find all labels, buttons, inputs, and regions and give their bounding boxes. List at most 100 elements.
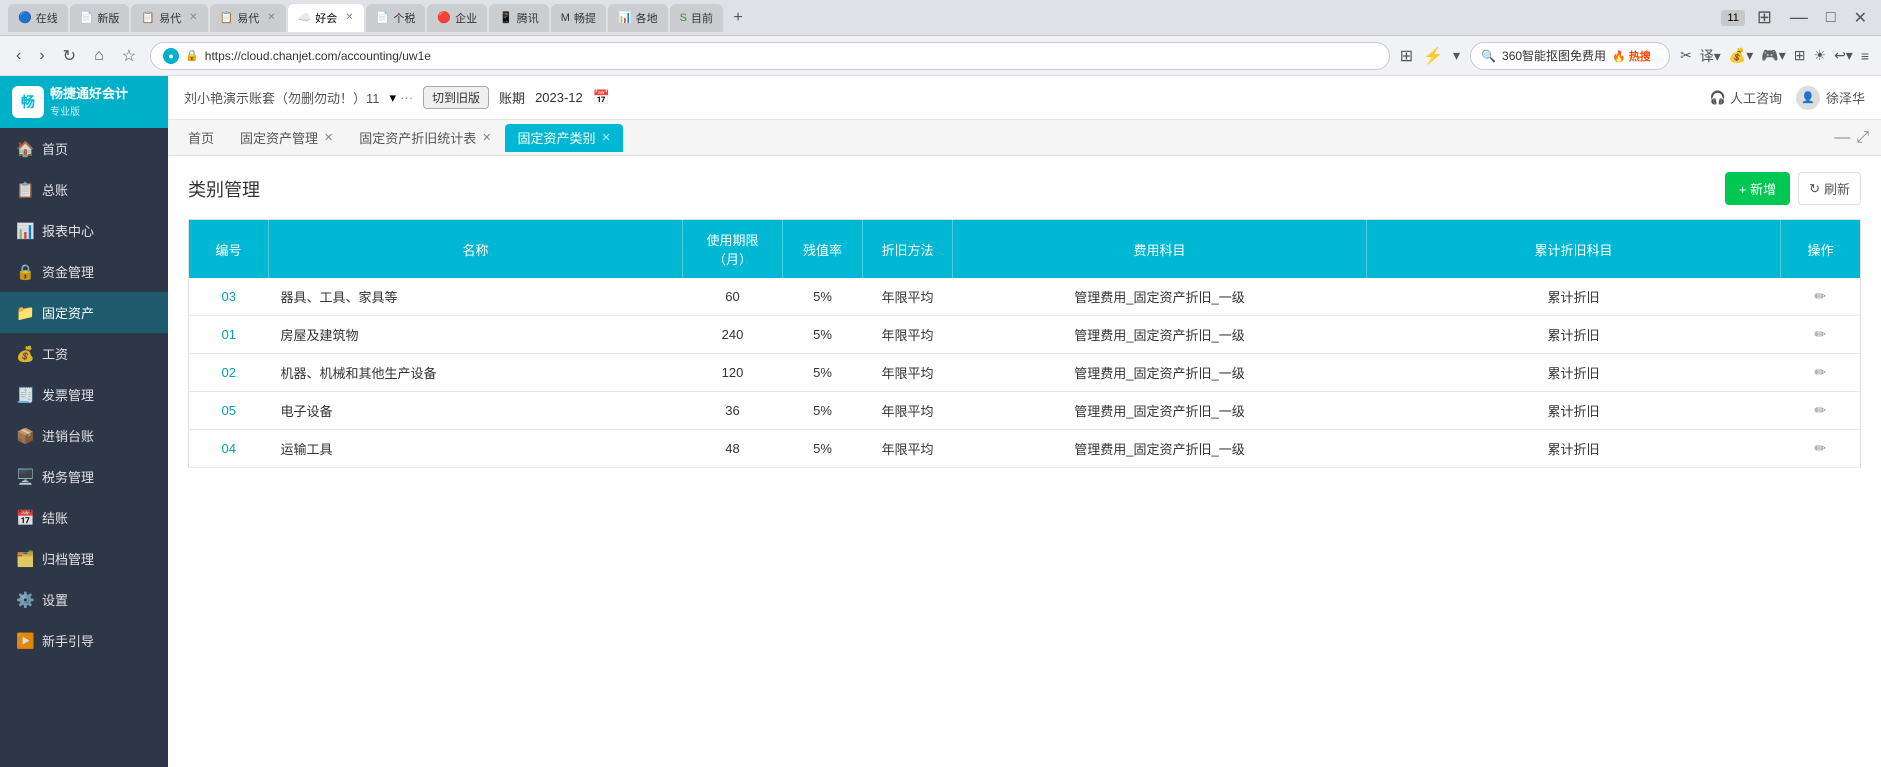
page-tab-depreciation-stat[interactable]: 固定资产折旧统计表 ✕ (347, 124, 503, 152)
sidebar-item-funds[interactable]: 🔒 资金管理 (0, 251, 168, 292)
calendar-icon[interactable]: 📅 (593, 89, 610, 106)
table-row: 05 电子设备 36 5% 年限平均 管理费用_固定资产折旧_一级 累计折旧 ✏ (189, 392, 1861, 430)
code-link-3[interactable]: 05 (222, 403, 236, 418)
sidebar-item-tax[interactable]: 🖥️ 税务管理 (0, 456, 168, 497)
tab-window-controls: — ⤢ (1834, 129, 1873, 147)
tab-list-btn[interactable]: ⊞ (1751, 5, 1778, 30)
edit-icon-4[interactable]: ✏ (1814, 440, 1826, 456)
app-container: 畅 畅捷通好会计 专业版 🏠 首页 📋 总账 📊 报表中心 🔒 资金管 (0, 76, 1881, 767)
tab-label-11: 目前 (691, 10, 713, 26)
browser-tab-1[interactable]: 🔵 在线 (8, 4, 68, 32)
edit-icon-0[interactable]: ✏ (1814, 288, 1826, 304)
sidebar-item-guide[interactable]: ▶️ 新手引导 (0, 620, 168, 661)
refresh-btn[interactable]: ↻ 刷新 (1798, 172, 1861, 205)
tab-close-3[interactable]: ✕ (189, 12, 197, 23)
close-depreciation-stat[interactable]: ✕ (482, 131, 491, 144)
browser-tab-11[interactable]: S 目前 (670, 4, 723, 32)
sidebar-item-checkout[interactable]: 📅 结账 (0, 497, 168, 538)
sidebar-item-archive[interactable]: 🗂️ 归档管理 (0, 538, 168, 579)
edit-icon-2[interactable]: ✏ (1814, 364, 1826, 380)
edit-icon-1[interactable]: ✏ (1814, 326, 1826, 342)
sidebar: 畅 畅捷通好会计 专业版 🏠 首页 📋 总账 📊 报表中心 🔒 资金管 (0, 76, 168, 767)
wallet-icon[interactable]: 💰▾ (1729, 47, 1753, 64)
back-btn[interactable]: ‹ (12, 43, 25, 69)
row-4-accum: 累计折旧 (1367, 430, 1781, 468)
browser-tab-6[interactable]: 📄 个税 (366, 4, 426, 32)
tab-label-1: 在线 (36, 10, 58, 26)
dropdown-arrow[interactable]: ▾ (390, 90, 397, 106)
sidebar-label-reports: 报表中心 (42, 221, 94, 240)
browser-tabs: 🔵 在线 📄 新版 📋 易代 ✕ 📋 易代 ✕ ☁️ 好会 ✕ (8, 4, 1715, 32)
game-icon[interactable]: 🎮▾ (1761, 47, 1785, 64)
undo-icon[interactable]: ↩▾ (1834, 47, 1853, 64)
switch-version-btn[interactable]: 切到旧版 (423, 86, 489, 109)
tab-close-4[interactable]: ✕ (267, 12, 275, 23)
browser-tab-2[interactable]: 📄 新版 (70, 4, 130, 32)
browser-tab-7[interactable]: 🔴 企业 (427, 4, 487, 32)
sidebar-label-settings: 设置 (42, 590, 68, 609)
code-link-1[interactable]: 01 (222, 327, 236, 342)
sun-icon[interactable]: ☀ (1814, 47, 1827, 64)
new-btn[interactable]: + 新增 (1725, 172, 1790, 205)
forward-btn[interactable]: › (35, 43, 48, 69)
more-options-icon[interactable]: ··· (400, 90, 413, 105)
lightning-icon[interactable]: ⚡ (1423, 46, 1443, 66)
scissors-icon[interactable]: ✂ (1680, 47, 1692, 64)
qrcode-icon[interactable]: ⊞ (1400, 46, 1413, 66)
home-btn[interactable]: ⌂ (90, 43, 108, 69)
browser-tab-5[interactable]: ☁️ 好会 ✕ (288, 4, 364, 32)
page-tab-home[interactable]: 首页 (176, 124, 226, 152)
close-asset-category[interactable]: ✕ (602, 131, 611, 144)
address-bar[interactable]: ● 🔒 https://cloud.chanjet.com/accounting… (150, 42, 1390, 70)
close-browser-btn[interactable]: ✕ (1848, 6, 1873, 30)
fixed-assets-icon: 📁 (16, 304, 34, 322)
row-2-residual: 5% (783, 354, 863, 392)
sidebar-item-reports[interactable]: 📊 报表中心 (0, 210, 168, 251)
tab-label-3: 易代 (159, 10, 181, 26)
collapse-btn[interactable]: — (1834, 129, 1850, 147)
code-link-0[interactable]: 03 (222, 289, 236, 304)
sidebar-item-invoice[interactable]: 🧾 发票管理 (0, 374, 168, 415)
browser-tab-4[interactable]: 📋 易代 ✕ (210, 4, 286, 32)
sidebar-item-home[interactable]: 🏠 首页 (0, 128, 168, 169)
expand-btn[interactable]: ⤢ (1856, 129, 1869, 147)
new-tab-btn[interactable]: + (725, 5, 751, 31)
sidebar-label-tax: 税务管理 (42, 467, 94, 486)
close-fixed-mgmt[interactable]: ✕ (324, 131, 333, 144)
sidebar-item-settings[interactable]: ⚙️ 设置 (0, 579, 168, 620)
minimize-btn[interactable]: — (1784, 5, 1814, 30)
period-value: 2023-12 (535, 90, 583, 105)
sidebar-item-ledger[interactable]: 📋 总账 (0, 169, 168, 210)
col-header-action: 操作 (1781, 220, 1861, 279)
sidebar-item-fixed-assets[interactable]: 📁 固定资产 (0, 292, 168, 333)
translate-icon[interactable]: 译▾ (1700, 46, 1721, 66)
user-profile-btn[interactable]: 👤 徐泽华 (1796, 86, 1865, 110)
row-1-expense: 管理费用_固定资产折旧_一级 (953, 316, 1367, 354)
page-tab-fixed-mgmt[interactable]: 固定资产管理 ✕ (228, 124, 345, 152)
invoice-icon: 🧾 (16, 386, 34, 404)
tab-close-5[interactable]: ✕ (345, 12, 353, 23)
search-bar[interactable]: 🔍 360智能抠图免费用 🔥 热搜 (1470, 42, 1670, 70)
code-link-4[interactable]: 04 (222, 441, 236, 456)
bookmark-btn[interactable]: ☆ (118, 42, 140, 70)
maximize-btn[interactable]: □ (1820, 7, 1842, 29)
dropdown-icon[interactable]: ▾ (1453, 47, 1460, 64)
grid-icon[interactable]: ⊞ (1794, 47, 1806, 64)
consultant-label: 人工咨询 (1730, 88, 1782, 107)
sidebar-item-salary[interactable]: 💰 工资 (0, 333, 168, 374)
consultant-btn[interactable]: 🎧 人工咨询 (1710, 88, 1782, 107)
sidebar-item-purchase-sales[interactable]: 📦 进销台账 (0, 415, 168, 456)
browser-tab-8[interactable]: 📱 腾讯 (489, 4, 549, 32)
browser-tab-3[interactable]: 📋 易代 ✕ (131, 4, 207, 32)
browser-tab-9[interactable]: M 畅提 (551, 4, 606, 32)
edit-icon-3[interactable]: ✏ (1814, 402, 1826, 418)
page-header: 类别管理 + 新增 ↻ 刷新 (188, 172, 1861, 205)
browser-tab-10[interactable]: 📊 各地 (608, 4, 668, 32)
sidebar-label-fixed-assets: 固定资产 (42, 303, 94, 322)
page-tab-asset-category[interactable]: 固定资产类别 ✕ (505, 124, 622, 152)
code-link-2[interactable]: 02 (222, 365, 236, 380)
reload-btn[interactable]: ↻ (59, 42, 80, 70)
menu-icon[interactable]: ≡ (1861, 48, 1869, 64)
period-label: 账期 (499, 88, 525, 107)
asset-category-label: 固定资产类别 (517, 128, 595, 147)
